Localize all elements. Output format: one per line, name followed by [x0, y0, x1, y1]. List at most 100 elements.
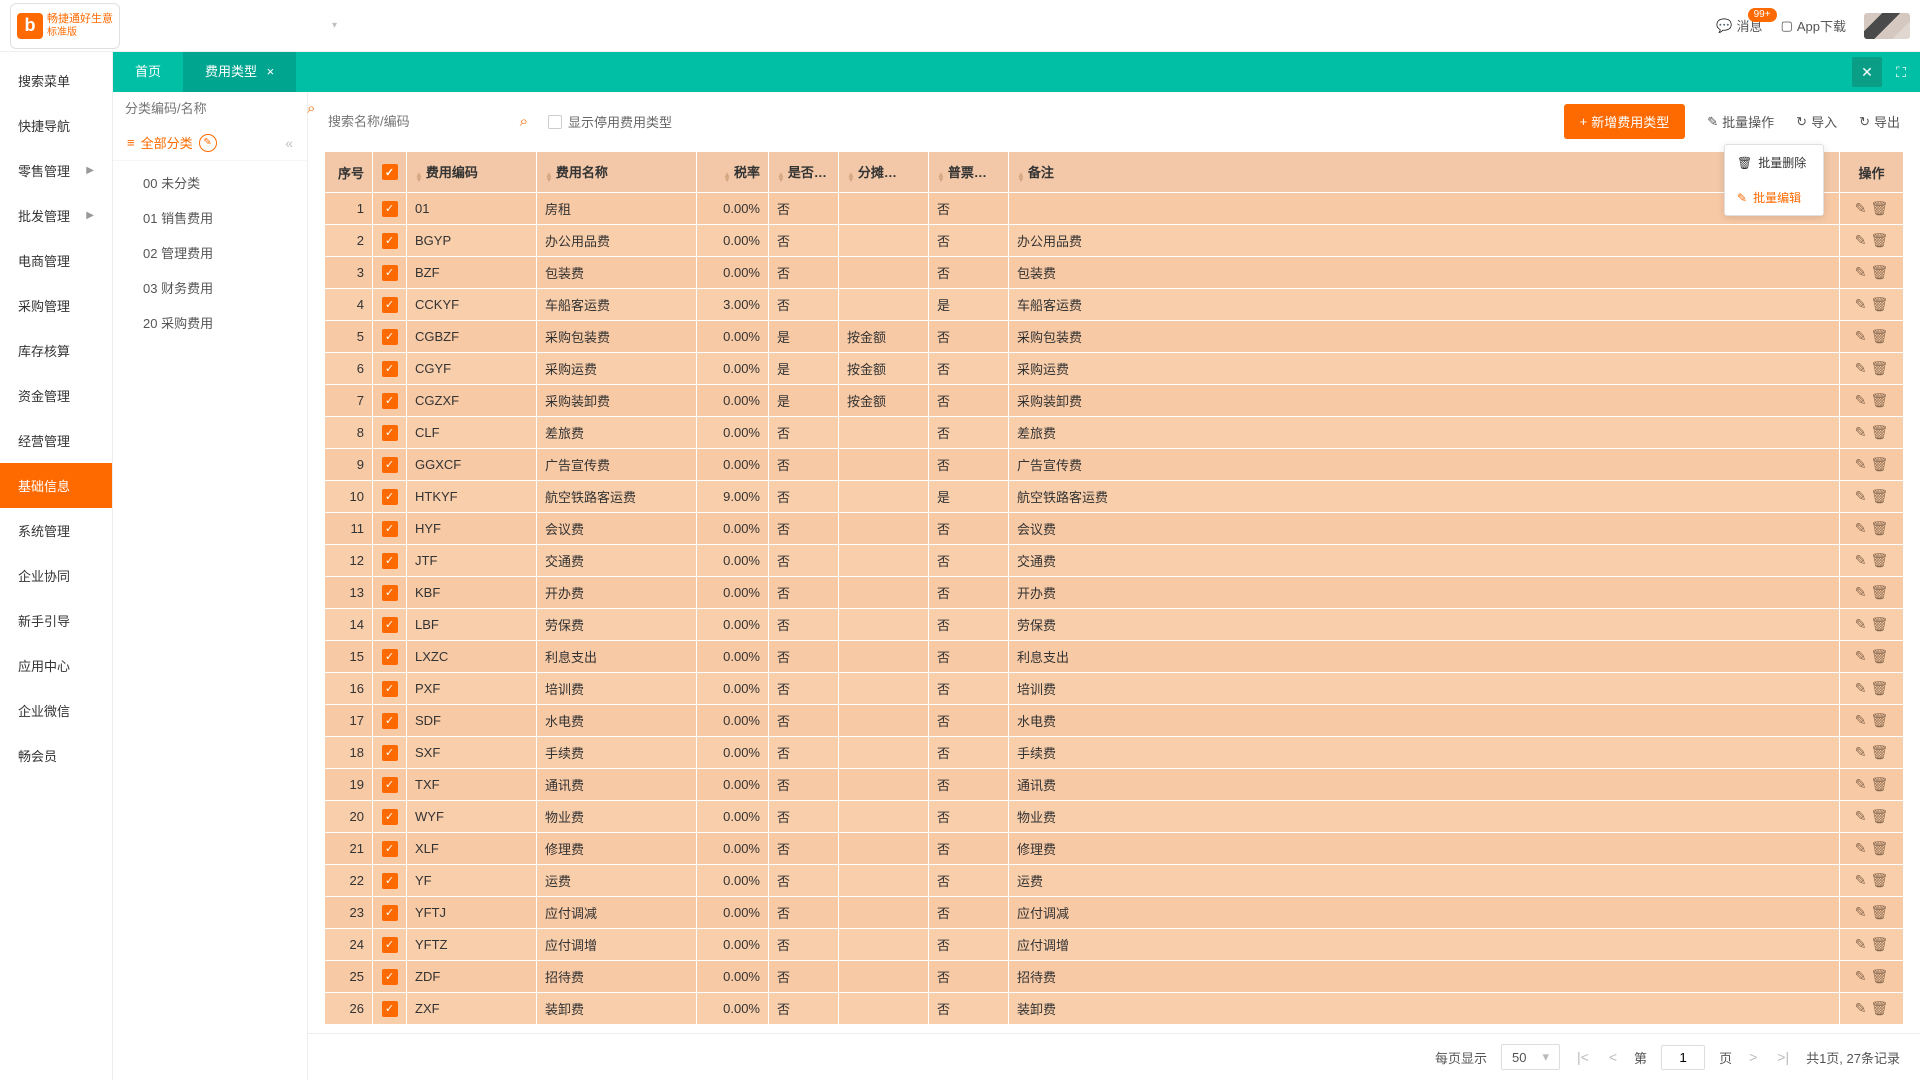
category-item[interactable]: 20 采购费用 [113, 305, 307, 340]
delete-row-icon[interactable]: 🗑 [1870, 936, 1888, 952]
delete-row-icon[interactable]: 🗑 [1870, 456, 1888, 472]
last-page-button[interactable]: >| [1774, 1049, 1792, 1065]
show-disabled-checkbox[interactable]: 显示停用费用类型 [548, 112, 672, 131]
checkbox-icon[interactable]: ✓ [382, 361, 398, 377]
import-button[interactable]: ↻ 导入 [1796, 112, 1837, 131]
delete-row-icon[interactable]: 🗑 [1870, 744, 1888, 760]
cell-checkbox[interactable]: ✓ [373, 545, 407, 577]
sidebar-item[interactable]: 畅会员 [0, 733, 112, 778]
sidebar-item[interactable]: 企业微信 [0, 688, 112, 733]
delete-row-icon[interactable]: 🗑 [1870, 584, 1888, 600]
delete-row-icon[interactable]: 🗑 [1870, 392, 1888, 408]
checkbox-icon[interactable]: ✓ [382, 553, 398, 569]
col-is[interactable]: ▲▼是否… [769, 152, 839, 193]
cell-checkbox[interactable]: ✓ [373, 705, 407, 737]
sidebar-item[interactable]: 库存核算 [0, 328, 112, 373]
col-pu[interactable]: ▲▼普票… [929, 152, 1009, 193]
sidebar-item[interactable]: 资金管理 [0, 373, 112, 418]
edit-row-icon[interactable]: ✎ [1855, 296, 1867, 312]
checkbox-icon[interactable]: ✓ [382, 649, 398, 665]
edit-row-icon[interactable]: ✎ [1855, 744, 1867, 760]
category-item[interactable]: 00 未分类 [113, 165, 307, 200]
cell-checkbox[interactable]: ✓ [373, 225, 407, 257]
edit-row-icon[interactable]: ✎ [1855, 520, 1867, 536]
col-rate[interactable]: ▲▼税率 [697, 152, 769, 193]
edit-row-icon[interactable]: ✎ [1855, 584, 1867, 600]
avatar[interactable] [1864, 13, 1910, 39]
close-icon[interactable]: × [267, 64, 275, 79]
checkbox-icon[interactable]: ✓ [382, 681, 398, 697]
delete-row-icon[interactable]: 🗑 [1870, 552, 1888, 568]
checkbox-icon[interactable]: ✓ [382, 841, 398, 857]
cell-checkbox[interactable]: ✓ [373, 833, 407, 865]
cell-checkbox[interactable]: ✓ [373, 481, 407, 513]
cell-checkbox[interactable]: ✓ [373, 865, 407, 897]
cell-checkbox[interactable]: ✓ [373, 673, 407, 705]
delete-row-icon[interactable]: 🗑 [1870, 296, 1888, 312]
checkbox-icon[interactable]: ✓ [382, 585, 398, 601]
delete-row-icon[interactable]: 🗑 [1870, 968, 1888, 984]
delete-row-icon[interactable]: 🗑 [1870, 520, 1888, 536]
delete-row-icon[interactable]: 🗑 [1870, 904, 1888, 920]
checkbox-icon[interactable]: ✓ [382, 873, 398, 889]
sidebar-item[interactable]: 基础信息 [0, 463, 112, 508]
delete-row-icon[interactable]: 🗑 [1870, 712, 1888, 728]
checkbox-icon[interactable]: ✓ [382, 393, 398, 409]
col-seq[interactable]: 序号 [325, 152, 373, 193]
search-input[interactable] [328, 114, 520, 129]
tab-fee-type[interactable]: 费用类型 × [183, 52, 296, 92]
col-name[interactable]: ▲▼费用名称 [537, 152, 697, 193]
page-input[interactable] [1661, 1045, 1705, 1070]
edit-row-icon[interactable]: ✎ [1855, 840, 1867, 856]
edit-row-icon[interactable]: ✎ [1855, 872, 1867, 888]
edit-row-icon[interactable]: ✎ [1855, 968, 1867, 984]
checkbox-icon[interactable]: ✓ [382, 969, 398, 985]
checkbox-icon[interactable]: ✓ [382, 489, 398, 505]
cell-checkbox[interactable]: ✓ [373, 257, 407, 289]
checkbox-icon[interactable]: ✓ [382, 233, 398, 249]
col-code[interactable]: ▲▼费用编码 [407, 152, 537, 193]
edit-row-icon[interactable]: ✎ [1855, 456, 1867, 472]
col-fen[interactable]: ▲▼分摊… [839, 152, 929, 193]
batch-operate-button[interactable]: ✎ 批量操作 [1707, 112, 1774, 131]
tab-close-button[interactable]: ✕ [1852, 57, 1882, 87]
sidebar-item[interactable]: 电商管理 [0, 238, 112, 283]
cell-checkbox[interactable]: ✓ [373, 417, 407, 449]
checkbox-all-icon[interactable]: ✓ [382, 164, 398, 180]
cell-checkbox[interactable]: ✓ [373, 385, 407, 417]
next-page-button[interactable]: > [1746, 1049, 1760, 1065]
first-page-button[interactable]: |< [1574, 1049, 1592, 1065]
tab-expand-button[interactable]: ⛶ [1886, 57, 1916, 87]
category-item[interactable]: 01 销售费用 [113, 200, 307, 235]
cell-checkbox[interactable]: ✓ [373, 353, 407, 385]
delete-row-icon[interactable]: 🗑 [1870, 680, 1888, 696]
sidebar-item[interactable]: 新手引导 [0, 598, 112, 643]
batch-edit-item[interactable]: ✎ 批量编辑 [1725, 180, 1823, 215]
edit-row-icon[interactable]: ✎ [1855, 808, 1867, 824]
checkbox-icon[interactable]: ✓ [382, 745, 398, 761]
delete-row-icon[interactable]: 🗑 [1870, 328, 1888, 344]
checkbox-icon[interactable]: ✓ [382, 809, 398, 825]
delete-row-icon[interactable]: 🗑 [1870, 808, 1888, 824]
sidebar-item[interactable]: 快捷导航 [0, 103, 112, 148]
cell-checkbox[interactable]: ✓ [373, 193, 407, 225]
edit-row-icon[interactable]: ✎ [1855, 680, 1867, 696]
checkbox-icon[interactable]: ✓ [382, 713, 398, 729]
checkbox-icon[interactable] [548, 115, 562, 129]
cell-checkbox[interactable]: ✓ [373, 609, 407, 641]
checkbox-icon[interactable]: ✓ [382, 777, 398, 793]
sidebar-item[interactable]: 批发管理▶ [0, 193, 112, 238]
checkbox-icon[interactable]: ✓ [382, 425, 398, 441]
checkbox-icon[interactable]: ✓ [382, 329, 398, 345]
delete-row-icon[interactable]: 🗑 [1870, 360, 1888, 376]
collapse-icon[interactable]: « [285, 135, 293, 151]
delete-row-icon[interactable]: 🗑 [1870, 872, 1888, 888]
cell-checkbox[interactable]: ✓ [373, 961, 407, 993]
delete-row-icon[interactable]: 🗑 [1870, 616, 1888, 632]
edit-row-icon[interactable]: ✎ [1855, 232, 1867, 248]
edit-row-icon[interactable]: ✎ [1855, 424, 1867, 440]
sidebar-item[interactable]: 采购管理 [0, 283, 112, 328]
cell-checkbox[interactable]: ✓ [373, 449, 407, 481]
checkbox-icon[interactable]: ✓ [382, 617, 398, 633]
edit-row-icon[interactable]: ✎ [1855, 392, 1867, 408]
